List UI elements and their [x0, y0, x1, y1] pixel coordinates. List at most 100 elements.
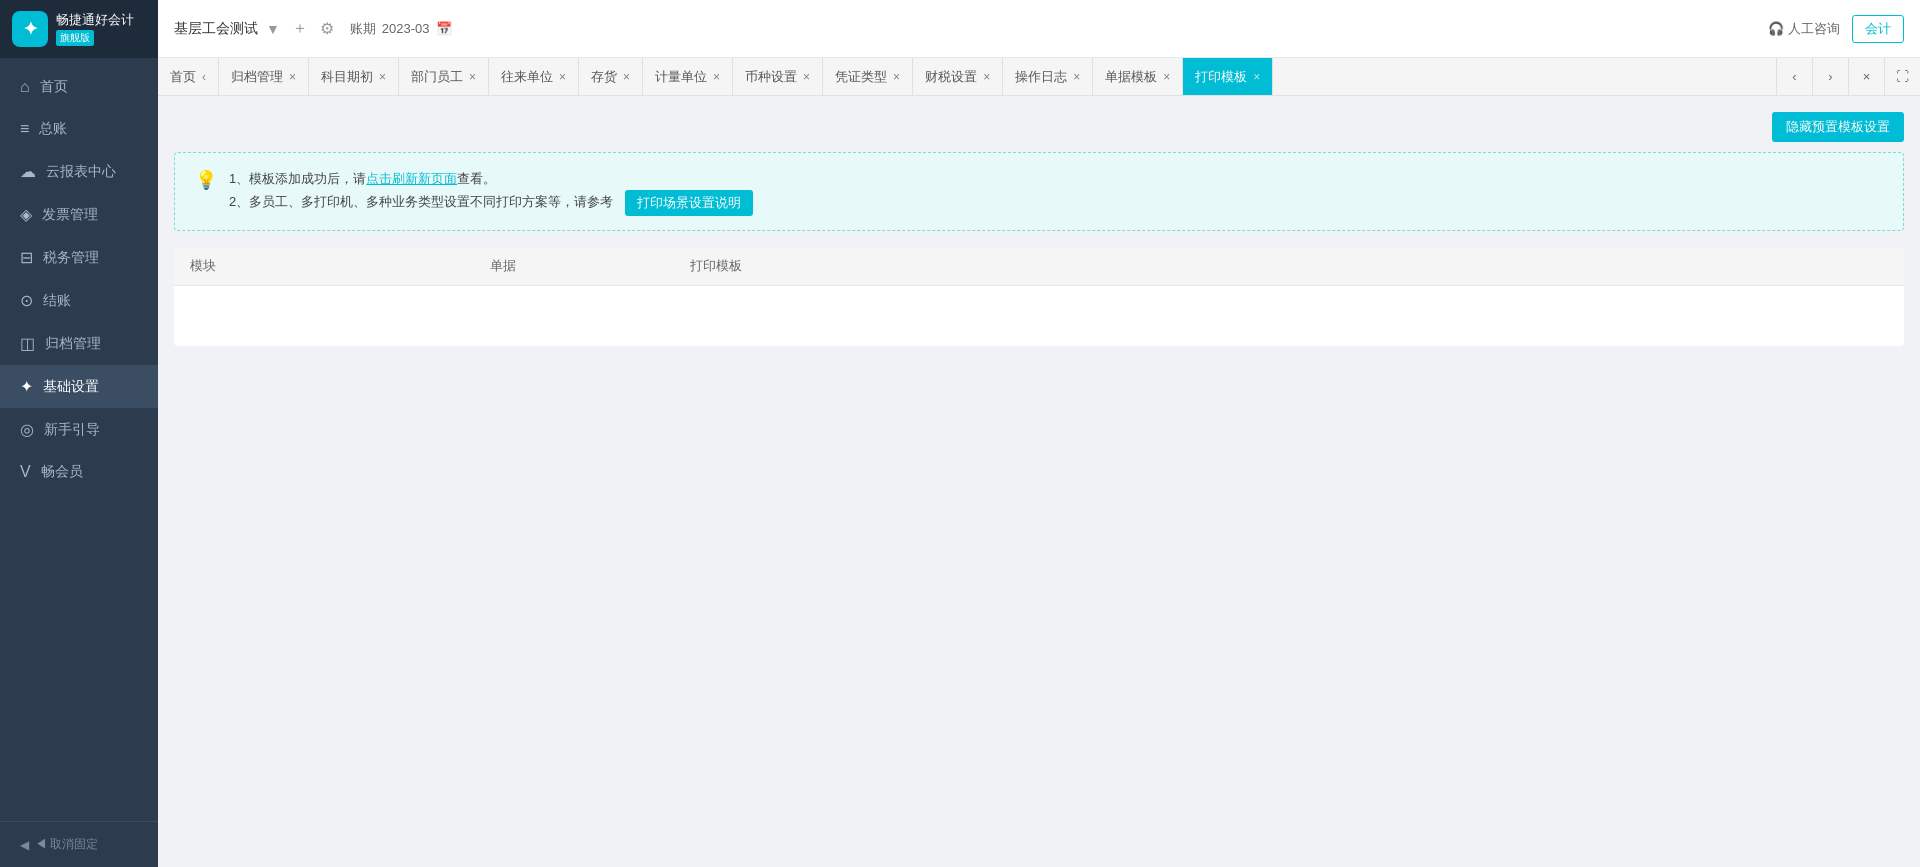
- tab-subject-close-icon[interactable]: ×: [379, 70, 386, 84]
- sidebar-item-guide-label: 新手引导: [44, 421, 100, 439]
- tab-tax-settings-close-icon[interactable]: ×: [983, 70, 990, 84]
- ledger-icon: ≡: [20, 120, 29, 138]
- tab-archive-close-icon[interactable]: ×: [289, 70, 296, 84]
- logo-text: 畅捷通好会计: [56, 12, 134, 29]
- tab-partner-label: 往来单位: [501, 68, 553, 86]
- tab-partner-close-icon[interactable]: ×: [559, 70, 566, 84]
- tab-action-right: ‹ › × ⛶: [1776, 58, 1920, 96]
- tab-subject-label: 科目期初: [321, 68, 373, 86]
- settings-icon: ✦: [20, 377, 33, 396]
- sidebar-item-settings[interactable]: ✦ 基础设置: [0, 365, 158, 408]
- tab-department[interactable]: 部门员工 ×: [399, 58, 489, 96]
- tab-partner[interactable]: 往来单位 ×: [489, 58, 579, 96]
- page-content: 隐藏预置模板设置 💡 1、模板添加成功后，请点击刷新新页面查看。 2、多员工、多…: [158, 96, 1920, 867]
- tab-print-template[interactable]: 打印模板 ×: [1183, 58, 1273, 96]
- sidebar-item-reports[interactable]: ☁ 云报表中心: [0, 150, 158, 193]
- sidebar-unpin-button[interactable]: ◀ ◀ 取消固定: [0, 821, 158, 867]
- tab-operation-log[interactable]: 操作日志 ×: [1003, 58, 1093, 96]
- tab-voucher-type[interactable]: 凭证类型 ×: [823, 58, 913, 96]
- tab-archive-label: 归档管理: [231, 68, 283, 86]
- tab-inventory-close-icon[interactable]: ×: [623, 70, 630, 84]
- content-action-bar: 隐藏预置模板设置: [174, 112, 1904, 142]
- tab-unit[interactable]: 计量单位 ×: [643, 58, 733, 96]
- sidebar-item-invoice-label: 发票管理: [42, 206, 98, 224]
- bulb-icon: 💡: [195, 169, 217, 191]
- sidebar-item-reports-label: 云报表中心: [46, 163, 116, 181]
- sidebar-item-archive-label: 归档管理: [45, 335, 101, 353]
- sidebar-item-invoice[interactable]: ◈ 发票管理: [0, 193, 158, 236]
- support-label: 人工咨询: [1788, 20, 1840, 38]
- unpin-icon: ◀: [20, 838, 29, 852]
- company-name: 基层工会测试: [174, 20, 258, 38]
- topbar: 基层工会测试 ▼ ＋ ⚙ 账期 2023-03 📅 🎧 人工咨询 会计: [158, 0, 1920, 58]
- sidebar: ✦ 畅捷通好会计 旗舰版 ⌂ 首页 ≡ 总账 ☁ 云报表中心 ◈ 发票管理 ⊟ …: [0, 0, 158, 867]
- col-header-single: 单据: [490, 257, 690, 275]
- tab-department-label: 部门员工: [411, 68, 463, 86]
- tab-unit-close-icon[interactable]: ×: [713, 70, 720, 84]
- tab-tax-settings-label: 财税设置: [925, 68, 977, 86]
- sidebar-nav: ⌂ 首页 ≡ 总账 ☁ 云报表中心 ◈ 发票管理 ⊟ 税务管理 ⊙ 结账 ◫ 归…: [0, 58, 158, 821]
- logo-sub: 旗舰版: [56, 30, 94, 46]
- sidebar-footer-label: ◀ 取消固定: [35, 836, 98, 853]
- sidebar-item-archive[interactable]: ◫ 归档管理: [0, 322, 158, 365]
- sidebar-item-ledger[interactable]: ≡ 总账: [0, 108, 158, 150]
- tabbar: 首页 ‹ 归档管理 × 科目期初 × 部门员工 × 往来单位 × 存货 × 计量…: [158, 58, 1920, 96]
- notice-text: 1、模板添加成功后，请点击刷新新页面查看。 2、多员工、多打印机、多种业务类型设…: [229, 167, 753, 216]
- tab-single-doc[interactable]: 单据模板 ×: [1093, 58, 1183, 96]
- support-button[interactable]: 🎧 人工咨询: [1768, 20, 1840, 38]
- sidebar-item-tax-label: 税务管理: [43, 249, 99, 267]
- notice-refresh-link[interactable]: 点击刷新新页面: [366, 171, 457, 186]
- table-body: [174, 286, 1904, 346]
- sidebar-item-guide[interactable]: ◎ 新手引导: [0, 408, 158, 451]
- sidebar-item-close[interactable]: ⊙ 结账: [0, 279, 158, 322]
- close-month-icon: ⊙: [20, 291, 33, 310]
- tab-operation-log-close-icon[interactable]: ×: [1073, 70, 1080, 84]
- tab-department-close-icon[interactable]: ×: [469, 70, 476, 84]
- tab-scroll-left-button[interactable]: ‹: [1776, 58, 1812, 96]
- tab-currency-close-icon[interactable]: ×: [803, 70, 810, 84]
- tab-close-current-button[interactable]: ×: [1848, 58, 1884, 96]
- tab-unit-label: 计量单位: [655, 68, 707, 86]
- col-header-module: 模块: [190, 257, 490, 275]
- tab-home[interactable]: 首页 ‹: [158, 58, 219, 96]
- sidebar-item-member-label: 畅会员: [41, 463, 83, 481]
- home-icon: ⌂: [20, 78, 30, 96]
- print-explain-button[interactable]: 打印场景设置说明: [625, 190, 753, 216]
- settings-gear-icon[interactable]: ⚙: [320, 19, 334, 38]
- sidebar-item-tax[interactable]: ⊟ 税务管理: [0, 236, 158, 279]
- company-selector[interactable]: 基层工会测试 ▼: [174, 20, 280, 38]
- tab-archive[interactable]: 归档管理 ×: [219, 58, 309, 96]
- tab-fullscreen-button[interactable]: ⛶: [1884, 58, 1920, 96]
- company-dropdown-icon: ▼: [266, 21, 280, 37]
- tab-print-template-close-icon[interactable]: ×: [1253, 70, 1260, 84]
- tab-voucher-type-close-icon[interactable]: ×: [893, 70, 900, 84]
- tab-inventory-label: 存货: [591, 68, 617, 86]
- tab-single-doc-close-icon[interactable]: ×: [1163, 70, 1170, 84]
- add-tab-button[interactable]: ＋: [292, 18, 308, 39]
- sidebar-logo: ✦ 畅捷通好会计 旗舰版: [0, 0, 158, 58]
- notice-line2: 2、多员工、多打印机、多种业务类型设置不同打印方案等，请参考: [229, 195, 613, 210]
- table-header: 模块 单据 打印模板: [174, 247, 1904, 286]
- calendar-icon[interactable]: 📅: [436, 21, 452, 36]
- tab-nav-back-icon[interactable]: ‹: [202, 70, 206, 84]
- sidebar-item-home-label: 首页: [40, 78, 68, 96]
- tab-currency[interactable]: 币种设置 ×: [733, 58, 823, 96]
- notice-box: 💡 1、模板添加成功后，请点击刷新新页面查看。 2、多员工、多打印机、多种业务类…: [174, 152, 1904, 231]
- tab-voucher-type-label: 凭证类型: [835, 68, 887, 86]
- tab-tax-settings[interactable]: 财税设置 ×: [913, 58, 1003, 96]
- accountant-button[interactable]: 会计: [1852, 15, 1904, 43]
- period-label: 账期: [350, 20, 376, 38]
- tab-single-doc-label: 单据模板: [1105, 68, 1157, 86]
- tab-scroll-right-button[interactable]: ›: [1812, 58, 1848, 96]
- sidebar-item-home[interactable]: ⌂ 首页: [0, 66, 158, 108]
- col-header-template: 打印模板: [690, 257, 1888, 275]
- hide-preview-button[interactable]: 隐藏预置模板设置: [1772, 112, 1904, 142]
- tab-inventory[interactable]: 存货 ×: [579, 58, 643, 96]
- archive-icon: ◫: [20, 334, 35, 353]
- sidebar-item-member[interactable]: V 畅会员: [0, 451, 158, 493]
- member-icon: V: [20, 463, 31, 481]
- tab-operation-log-label: 操作日志: [1015, 68, 1067, 86]
- sidebar-item-close-label: 结账: [43, 292, 71, 310]
- period-value: 2023-03: [382, 21, 430, 36]
- tab-subject[interactable]: 科目期初 ×: [309, 58, 399, 96]
